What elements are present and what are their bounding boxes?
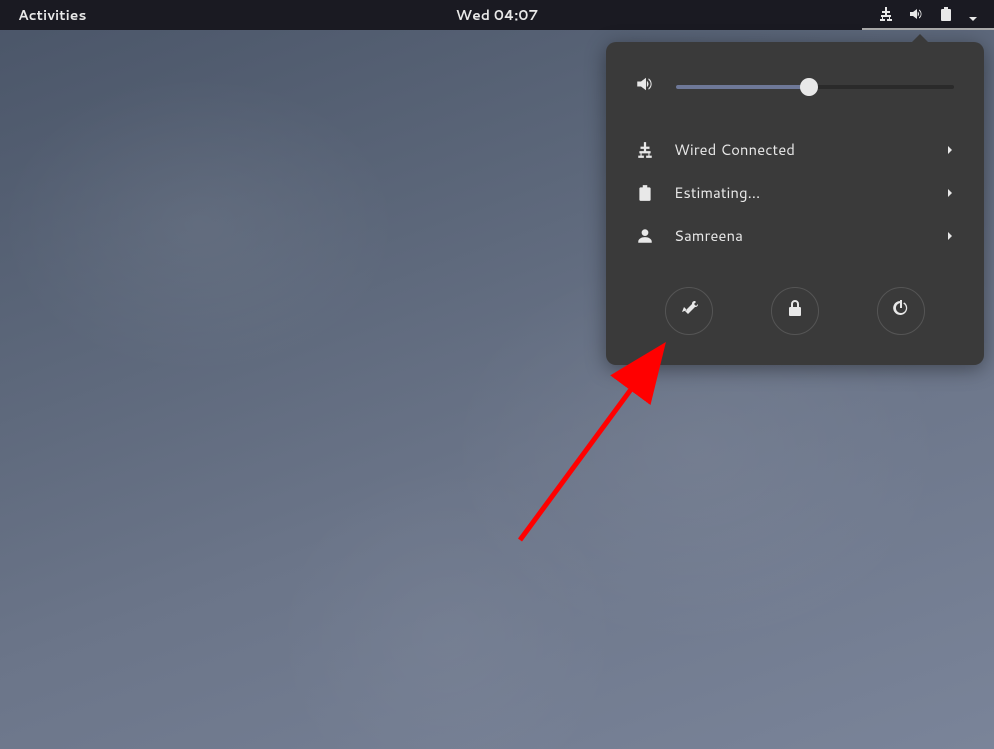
system-tray[interactable] (862, 0, 994, 30)
settings-button[interactable] (665, 287, 713, 335)
lock-button[interactable] (771, 287, 819, 335)
network-menu-item[interactable]: Wired Connected (606, 128, 984, 171)
wired-network-icon (878, 6, 894, 22)
wired-network-icon (636, 141, 654, 159)
system-menu: Wired Connected Estimating... Samreena (606, 42, 984, 365)
power-icon (891, 298, 911, 324)
battery-label: Estimating... (674, 182, 926, 203)
power-button[interactable] (877, 287, 925, 335)
battery-icon (938, 6, 954, 22)
network-label: Wired Connected (674, 139, 926, 160)
user-label: Samreena (674, 225, 926, 246)
battery-icon (636, 184, 654, 202)
top-panel: Activities Wed 04:07 (0, 0, 994, 30)
volume-section (606, 62, 984, 128)
panel-clock[interactable]: Wed 04:07 (456, 5, 539, 25)
activities-button[interactable]: Activities (0, 0, 104, 30)
volume-slider-thumb[interactable] (800, 78, 818, 96)
lock-icon (785, 298, 805, 324)
clock-label: Wed 04:07 (456, 5, 539, 25)
volume-slider-fill (676, 85, 809, 89)
activities-label: Activities (18, 5, 86, 25)
chevron-right-icon (946, 182, 954, 203)
battery-menu-item[interactable]: Estimating... (606, 171, 984, 214)
user-icon (636, 227, 654, 245)
volume-icon (636, 74, 656, 100)
volume-icon (908, 6, 924, 22)
settings-icon (679, 298, 699, 324)
user-menu-item[interactable]: Samreena (606, 214, 984, 257)
volume-slider[interactable] (676, 85, 954, 89)
caret-down-icon (968, 9, 978, 19)
chevron-right-icon (946, 139, 954, 160)
menu-bottom-actions (606, 257, 984, 345)
chevron-right-icon (946, 225, 954, 246)
